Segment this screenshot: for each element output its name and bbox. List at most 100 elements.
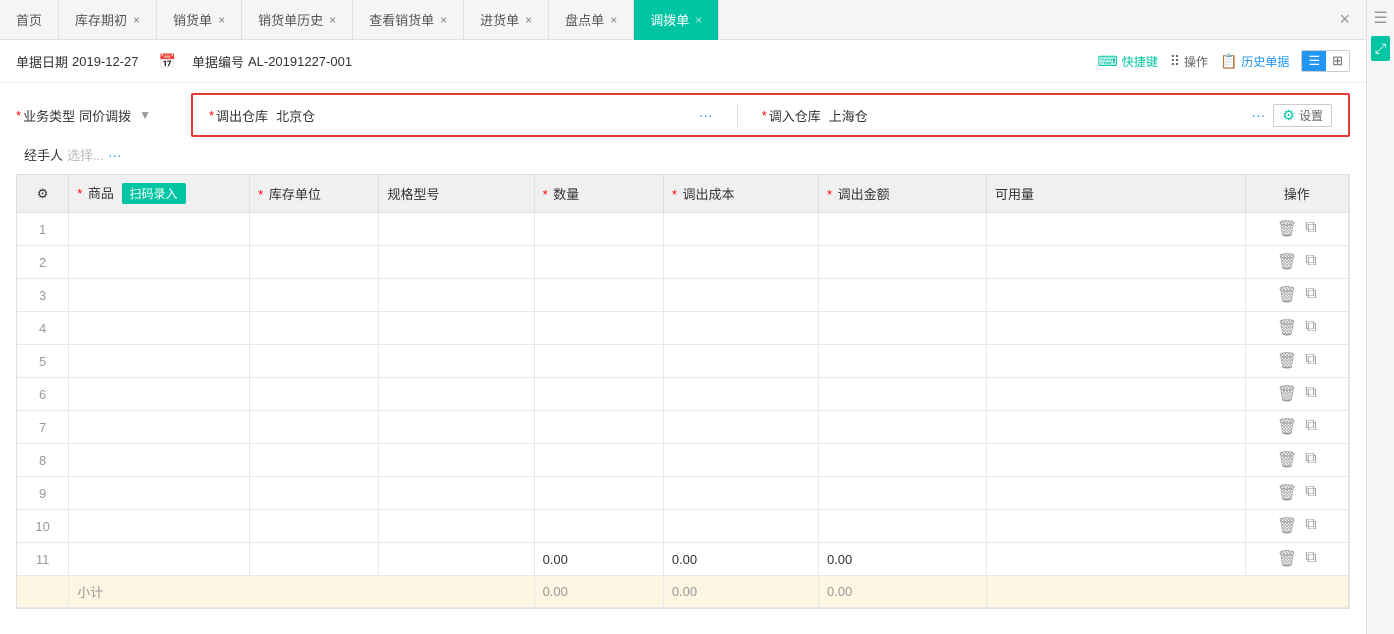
table-row: 7 🗑 ⧉	[17, 411, 1349, 444]
tab-purchase-order[interactable]: 进货单 ×	[464, 0, 549, 40]
view-toggle-grid[interactable]: ⊞	[1326, 51, 1349, 71]
tab-close-sales-history[interactable]: ×	[329, 13, 336, 27]
tab-close-sales-order[interactable]: ×	[218, 13, 225, 27]
delete-icon-7[interactable]: 🗑	[1277, 417, 1297, 437]
copy-icon-4[interactable]: ⧉	[1305, 318, 1316, 338]
warehouse-box: * 调出仓库 北京仓 ··· * 调入仓库 上海仓 ··· ⚙ 设置	[191, 93, 1350, 137]
shortcuts-button[interactable]: ⌨ 快捷键	[1097, 53, 1157, 70]
person-placeholder[interactable]: 选择...	[67, 145, 104, 164]
transfer-out-label: 调出仓库	[216, 106, 268, 125]
subtotal-amount: 0.00	[818, 576, 986, 608]
business-type-label: 业务类型	[23, 106, 75, 125]
col-spec-header: 规格型号	[379, 175, 534, 213]
person-more[interactable]: ···	[108, 147, 122, 163]
transfer-out-value[interactable]: 北京仓	[276, 106, 315, 125]
table-row: 5 🗑 ⧉	[17, 345, 1349, 378]
copy-icon-9[interactable]: ⧉	[1305, 483, 1316, 503]
table-row: 4 🗑 ⧉	[17, 312, 1349, 345]
col-unit-header: * 库存单位	[250, 175, 379, 213]
person-field: 经手人 选择... ···	[16, 145, 122, 164]
tab-close-inventory-init[interactable]: ×	[133, 13, 140, 27]
tab-transfer-order[interactable]: 调拨单 ×	[634, 0, 719, 40]
operations-button[interactable]: ⠿ 操作	[1170, 53, 1208, 70]
sidebar-list-icon[interactable]: ☰	[1373, 8, 1387, 28]
copy-icon-3[interactable]: ⧉	[1305, 285, 1316, 305]
tab-close-transfer-order[interactable]: ×	[695, 13, 702, 27]
subtotal-cost: 0.00	[663, 576, 818, 608]
delete-icon-10[interactable]: 🗑	[1277, 516, 1297, 536]
transfer-out-more[interactable]: ···	[699, 107, 713, 123]
subtotal-label: 小计	[69, 576, 534, 608]
business-type-value[interactable]: 同价调拨	[79, 106, 131, 125]
calendar-icon[interactable]: 📅	[159, 53, 176, 70]
delete-icon-2[interactable]: 🗑	[1277, 252, 1297, 272]
row-num-11: 11	[17, 543, 69, 576]
doc-no-value: AL-20191227-001	[248, 54, 352, 69]
history-button[interactable]: 📋 历史单据	[1220, 53, 1289, 70]
delete-icon-6[interactable]: 🗑	[1277, 384, 1297, 404]
business-type-required: *	[16, 108, 21, 123]
copy-icon-7[interactable]: ⧉	[1305, 417, 1316, 437]
delete-icon-5[interactable]: 🗑	[1277, 351, 1297, 371]
transfer-table: ⚙ * 商品 扫码录入 * 库存单位 规格型号 * 数量	[17, 175, 1349, 608]
tab-close-purchase-order[interactable]: ×	[525, 13, 532, 27]
tab-bar: 首页 库存期初 × 销货单 × 销货单历史 × 查看销货单 × 进货单 × 盘点…	[0, 0, 1366, 40]
transfer-in-required: *	[762, 108, 767, 123]
table-row: 10 🗑 ⧉	[17, 510, 1349, 543]
tab-view-sales[interactable]: 查看销货单 ×	[353, 0, 464, 40]
delete-icon-4[interactable]: 🗑	[1277, 318, 1297, 338]
settings-gear-icon: ⚙	[1282, 107, 1295, 124]
view-toggle: ☰ ⊞	[1301, 50, 1350, 72]
sidebar-expand-icon[interactable]: ⤢	[1371, 36, 1390, 61]
scan-button[interactable]: 扫码录入	[122, 183, 186, 204]
transfer-in-label: 调入仓库	[769, 106, 821, 125]
window-close-button[interactable]: ×	[1323, 9, 1366, 30]
copy-icon-5[interactable]: ⧉	[1305, 351, 1316, 371]
table-row: 8 🗑 ⧉	[17, 444, 1349, 477]
tab-inventory-init[interactable]: 库存期初 ×	[59, 0, 157, 40]
tab-home[interactable]: 首页	[0, 0, 59, 40]
tab-inventory-count[interactable]: 盘点单 ×	[549, 0, 634, 40]
copy-icon-11[interactable]: ⧉	[1305, 549, 1316, 569]
business-type-dropdown[interactable]: ▼	[139, 108, 151, 122]
tab-close-inventory-count[interactable]: ×	[610, 13, 617, 27]
transfer-in-field: * 调入仓库 上海仓 ···	[762, 106, 1266, 125]
settings-button[interactable]: ⚙ 设置	[1273, 104, 1332, 127]
tab-sales-order[interactable]: 销货单 ×	[157, 0, 242, 40]
col-gear[interactable]: ⚙	[17, 175, 69, 213]
delete-icon-8[interactable]: 🗑	[1277, 450, 1297, 470]
header-area: 单据日期 2019-12-27 📅 单据编号 AL-20191227-001 ⌨…	[0, 40, 1366, 83]
view-toggle-list[interactable]: ☰	[1302, 51, 1326, 71]
transfer-in-value[interactable]: 上海仓	[829, 106, 868, 125]
table-header-row: ⚙ * 商品 扫码录入 * 库存单位 规格型号 * 数量	[17, 175, 1349, 213]
right-sidebar: ☰ ⤢	[1366, 0, 1394, 634]
transfer-in-more[interactable]: ···	[1251, 107, 1265, 123]
tab-close-view-sales[interactable]: ×	[440, 13, 447, 27]
copy-icon-1[interactable]: ⧉	[1305, 219, 1316, 239]
row-num-5: 5	[17, 345, 69, 378]
delete-icon-11[interactable]: 🗑	[1277, 549, 1297, 569]
copy-icon-6[interactable]: ⧉	[1305, 384, 1316, 404]
transfer-out-required: *	[209, 108, 214, 123]
header-right-buttons: ⌨ 快捷键 ⠿ 操作 📋 历史单据 ☰ ⊞	[1097, 50, 1350, 72]
col-amount-header: * 调出金额	[818, 175, 986, 213]
tab-sales-history[interactable]: 销货单历史 ×	[242, 0, 353, 40]
copy-icon-2[interactable]: ⧉	[1305, 252, 1316, 272]
transfer-out-field: * 调出仓库 北京仓 ···	[209, 106, 713, 125]
warehouse-divider	[737, 103, 738, 127]
row-num-6: 6	[17, 378, 69, 411]
delete-icon-3[interactable]: 🗑	[1277, 285, 1297, 305]
table-row: 9 🗑 ⧉	[17, 477, 1349, 510]
row-num-3: 3	[17, 279, 69, 312]
copy-icon-10[interactable]: ⧉	[1305, 516, 1316, 536]
delete-icon-1[interactable]: 🗑	[1277, 219, 1297, 239]
col-qty-header: * 数量	[534, 175, 663, 213]
subtotal-qty: 0.00	[534, 576, 663, 608]
doc-date-label: 单据日期	[16, 52, 68, 71]
person-label: 经手人	[24, 145, 63, 164]
table-container: ⚙ * 商品 扫码录入 * 库存单位 规格型号 * 数量	[16, 174, 1350, 609]
form-area: * 业务类型 同价调拨 ▼ * 调出仓库 北京仓 ··· * 调入仓库 上海仓	[0, 83, 1366, 164]
copy-icon-8[interactable]: ⧉	[1305, 450, 1316, 470]
delete-icon-9[interactable]: 🗑	[1277, 483, 1297, 503]
row-num-7: 7	[17, 411, 69, 444]
